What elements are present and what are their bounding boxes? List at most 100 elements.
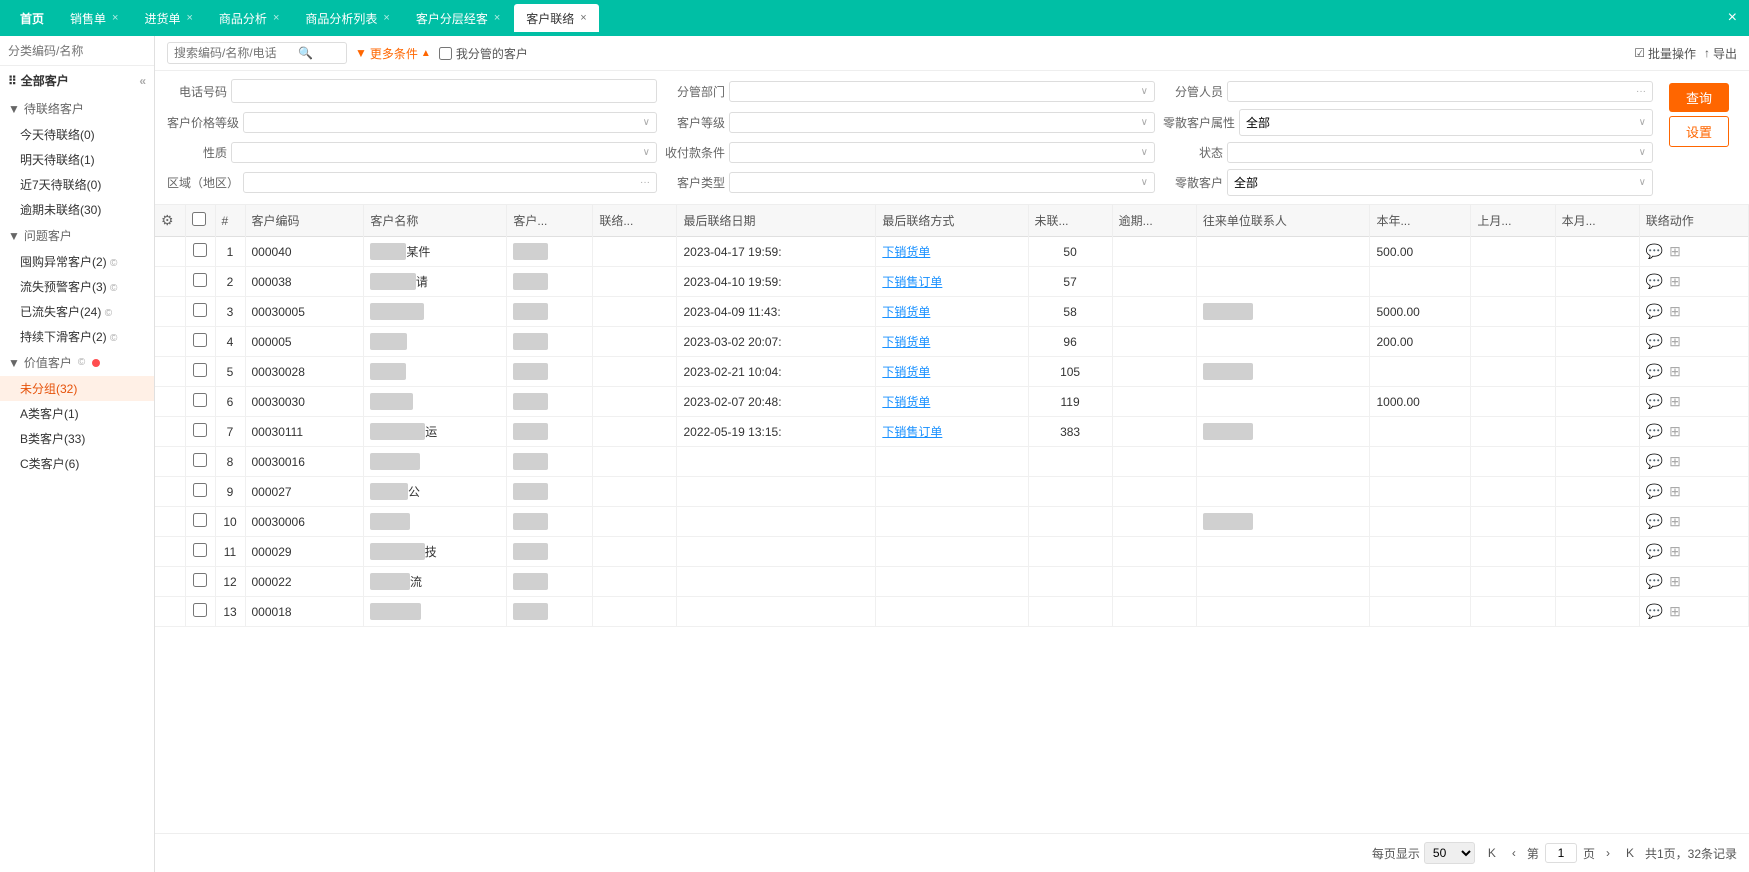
page-number-input[interactable] (1545, 843, 1577, 863)
region-more-icon[interactable]: ··· (640, 177, 650, 188)
col-code[interactable]: 客户编码 (245, 205, 364, 237)
sidebar-item-ungroup[interactable]: 未分组(32) (0, 376, 154, 401)
chat-icon[interactable]: 💬 (1646, 573, 1663, 590)
phone-input[interactable] (231, 79, 657, 103)
tab-sales-close[interactable]: × (112, 12, 118, 24)
close-all-tabs[interactable]: × (1724, 5, 1741, 31)
manager-more-icon[interactable]: ··· (1636, 86, 1646, 97)
tab-sales[interactable]: 销售单 × (58, 4, 130, 32)
grid-icon[interactable]: ⊞ (1669, 333, 1681, 350)
dept-select[interactable]: ∨ (729, 81, 1155, 102)
row-select-checkbox[interactable] (193, 483, 207, 497)
query-button[interactable]: 查询 (1669, 83, 1729, 112)
sidebar-item-c-class[interactable]: C类客户(6) (0, 451, 154, 476)
chat-icon[interactable]: 💬 (1646, 303, 1663, 320)
tab-product-list[interactable]: 商品分析列表 × (293, 4, 401, 32)
sidebar-item-churned[interactable]: 已流失客户(24) © (0, 299, 154, 324)
sidebar-collapse-icon[interactable]: « (139, 74, 146, 88)
col-last-month[interactable]: 上月... (1471, 205, 1555, 237)
select-all-checkbox[interactable] (192, 212, 206, 226)
tab-customer-contact[interactable]: 客户联络 × (514, 4, 598, 32)
tab-product-analysis-close[interactable]: × (273, 12, 279, 24)
payment-select[interactable]: ∨ (729, 142, 1155, 163)
last-method-link[interactable]: 下销售订单 (882, 275, 942, 289)
col-overdue[interactable]: 逾期... (1112, 205, 1196, 237)
main-search-input[interactable] (174, 46, 294, 60)
chat-icon[interactable]: 💬 (1646, 333, 1663, 350)
next-page-btn[interactable]: › (1601, 844, 1615, 862)
row-select-checkbox[interactable] (193, 513, 207, 527)
sidebar-item-b-class[interactable]: B类客户(33) (0, 426, 154, 451)
grid-icon[interactable]: ⊞ (1669, 543, 1681, 560)
row-select-checkbox[interactable] (193, 243, 207, 257)
chat-icon[interactable]: 💬 (1646, 513, 1663, 530)
col-contact[interactable]: 联络... (593, 205, 677, 237)
reset-button[interactable]: 设置 (1669, 116, 1729, 147)
chat-icon[interactable]: 💬 (1646, 423, 1663, 440)
retail-customer-select[interactable]: 全部 ∨ (1227, 169, 1653, 196)
sidebar-section-problem[interactable]: ▼ 问题客户 (0, 222, 154, 249)
price-level-select[interactable]: ∨ (243, 112, 657, 133)
row-select-checkbox[interactable] (193, 423, 207, 437)
row-select-checkbox[interactable] (193, 453, 207, 467)
nature-select[interactable]: ∨ (231, 142, 657, 163)
grid-icon[interactable]: ⊞ (1669, 513, 1681, 530)
col-last-date[interactable]: 最后联络日期 (677, 205, 876, 237)
main-search-icon[interactable]: 🔍 (298, 46, 313, 60)
col-category[interactable]: 客户... (507, 205, 593, 237)
sidebar-item-abnormal[interactable]: 囤购异常客户(2) © (0, 249, 154, 274)
chat-icon[interactable]: 💬 (1646, 243, 1663, 260)
region-select[interactable]: ··· (243, 172, 657, 193)
col-name[interactable]: 客户名称 (364, 205, 507, 237)
grid-icon[interactable]: ⊞ (1669, 573, 1681, 590)
chat-icon[interactable]: 💬 (1646, 393, 1663, 410)
my-customers-check[interactable] (439, 47, 452, 60)
manager-select[interactable]: ··· (1227, 81, 1653, 102)
more-conditions-btn[interactable]: ▼ 更多条件 ▲ (355, 45, 431, 62)
gear-settings-icon[interactable]: ⚙ (161, 212, 174, 228)
sidebar-item-7days[interactable]: 近7天待联络(0) (0, 172, 154, 197)
chat-icon[interactable]: 💬 (1646, 453, 1663, 470)
col-unlocked[interactable]: 未联... (1028, 205, 1112, 237)
chat-icon[interactable]: 💬 (1646, 543, 1663, 560)
chat-icon[interactable]: 💬 (1646, 603, 1663, 620)
row-select-checkbox[interactable] (193, 603, 207, 617)
row-select-checkbox[interactable] (193, 273, 207, 287)
row-select-checkbox[interactable] (193, 333, 207, 347)
tab-customer-segment-close[interactable]: × (494, 12, 500, 24)
my-customers-checkbox[interactable]: 我分管的客户 (439, 45, 528, 62)
tab-customer-contact-close[interactable]: × (580, 12, 586, 24)
chat-icon[interactable]: 💬 (1646, 273, 1663, 290)
last-page-btn[interactable]: K (1621, 844, 1639, 862)
sidebar-item-tomorrow[interactable]: 明天待联络(1) (0, 147, 154, 172)
grid-icon[interactable]: ⊞ (1669, 303, 1681, 320)
col-unit-contact[interactable]: 往来单位联系人 (1196, 205, 1370, 237)
sidebar-item-overdue[interactable]: 逾期未联络(30) (0, 197, 154, 222)
chat-icon[interactable]: 💬 (1646, 483, 1663, 500)
last-method-link[interactable]: 下销货单 (882, 305, 930, 319)
grid-icon[interactable]: ⊞ (1669, 603, 1681, 620)
chat-icon[interactable]: 💬 (1646, 363, 1663, 380)
row-select-checkbox[interactable] (193, 543, 207, 557)
sidebar-all-customers[interactable]: ⠿全部客户 « (0, 66, 154, 95)
last-method-link[interactable]: 下销货单 (882, 395, 930, 409)
tab-purchase[interactable]: 进货单 × (132, 4, 204, 32)
tab-purchase-close[interactable]: × (186, 12, 192, 24)
grid-icon[interactable]: ⊞ (1669, 423, 1681, 440)
grid-icon[interactable]: ⊞ (1669, 363, 1681, 380)
row-select-checkbox[interactable] (193, 303, 207, 317)
grid-icon[interactable]: ⊞ (1669, 393, 1681, 410)
tab-product-list-close[interactable]: × (383, 12, 389, 24)
row-select-checkbox[interactable] (193, 573, 207, 587)
sidebar-item-a-class[interactable]: A类客户(1) (0, 401, 154, 426)
status-select[interactable]: ∨ (1227, 142, 1653, 163)
grid-icon[interactable]: ⊞ (1669, 483, 1681, 500)
customer-type-select[interactable]: ∨ (729, 172, 1155, 193)
col-this-month[interactable]: 本月... (1555, 205, 1639, 237)
per-page-select[interactable]: 50 100 200 (1424, 842, 1475, 864)
row-select-checkbox[interactable] (193, 393, 207, 407)
last-method-link[interactable]: 下销货单 (882, 245, 930, 259)
tab-customer-segment[interactable]: 客户分层经客 × (404, 4, 512, 32)
last-method-link[interactable]: 下销货单 (882, 335, 930, 349)
batch-ops-btn[interactable]: ☑ 批量操作 (1634, 45, 1696, 62)
